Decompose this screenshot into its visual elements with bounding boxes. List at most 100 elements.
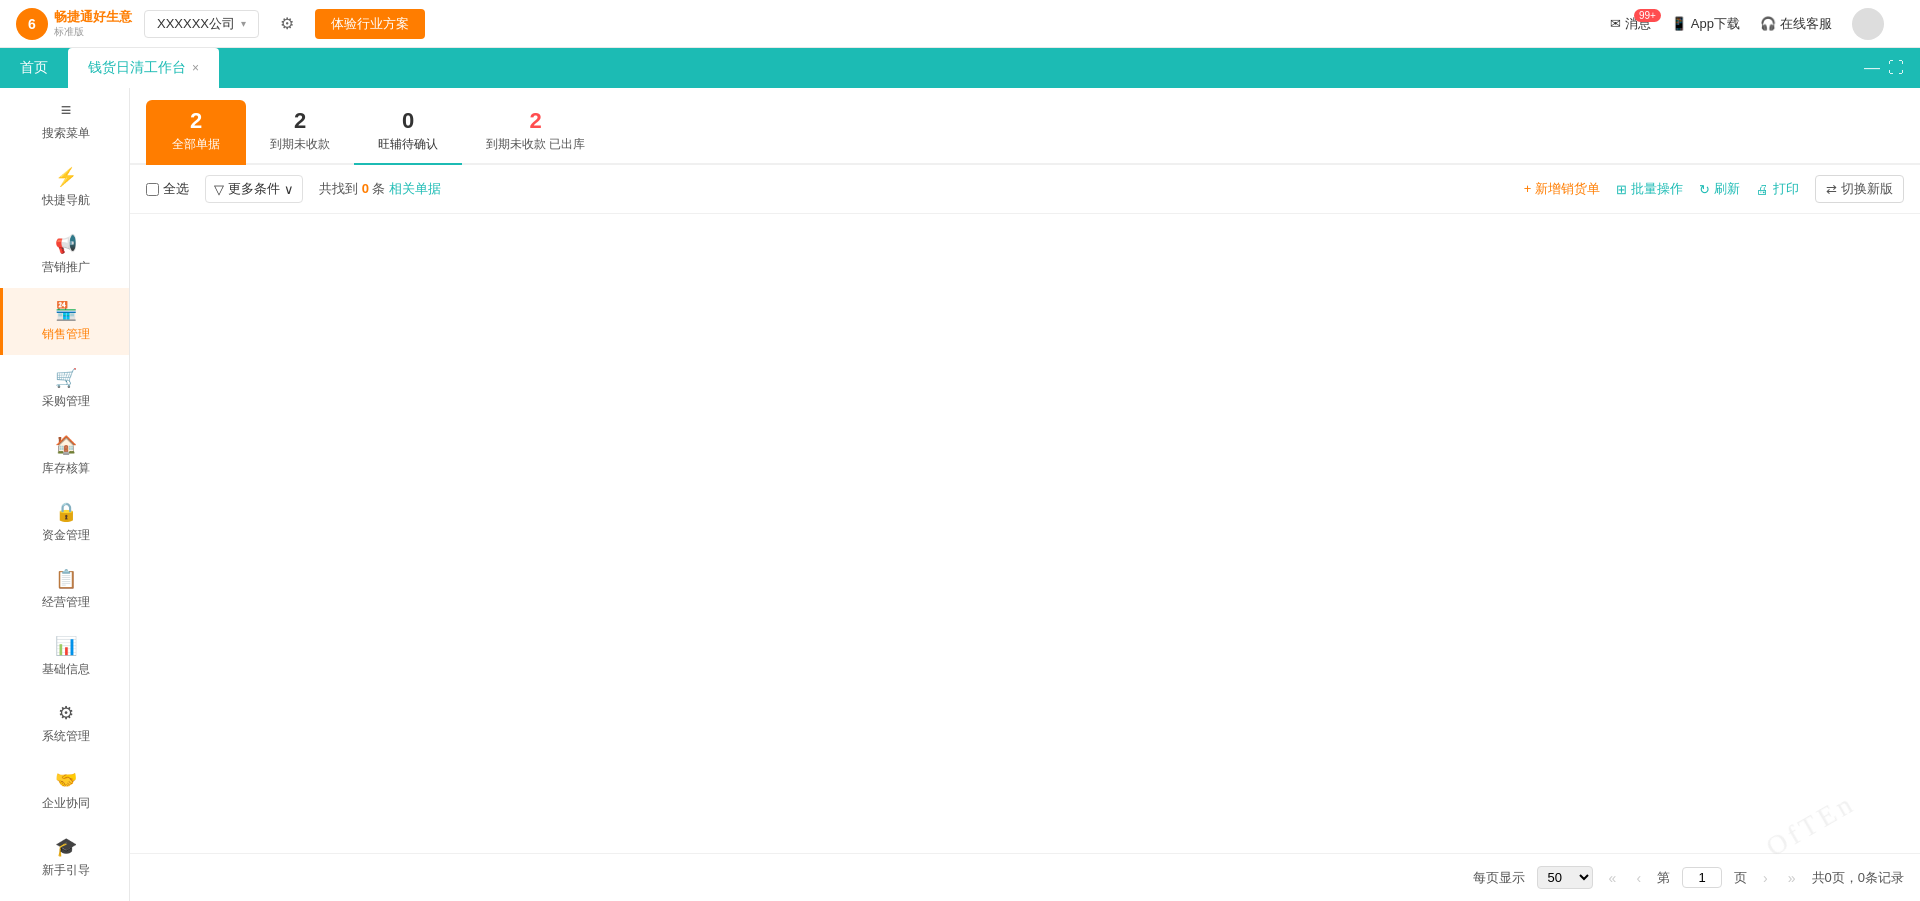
sidebar-label-marketing: 营销推广: [42, 259, 90, 276]
pagination: 每页显示 50 100 200 « ‹ 第 页 › » 共0页，0条记录: [130, 853, 1920, 901]
found-count: 0: [362, 181, 369, 196]
print-button[interactable]: 🖨 打印: [1756, 180, 1799, 198]
toolbar: 全选 ▽ 更多条件 ∨ 共找到 0 条 相关单据 + 新增销货单 ⊞: [130, 165, 1920, 214]
filter-button[interactable]: ▽ 更多条件 ∨: [205, 175, 303, 203]
logo-main: 畅捷通好生意: [54, 9, 132, 26]
sidebar-item-search-menu[interactable]: ≡ 搜索菜单: [0, 88, 129, 154]
basic-info-icon: 📊: [55, 635, 77, 657]
settings-icon-btn[interactable]: ⚙: [271, 8, 303, 40]
refresh-button[interactable]: ↻ 刷新: [1699, 180, 1740, 198]
top-bar-left: 6 畅捷通好生意 标准版 XXXXXX公司 ▾ ⚙ 体验行业方案: [16, 8, 425, 40]
marketing-icon: 📢: [55, 233, 77, 255]
sidebar-label-sales: 销售管理: [42, 326, 90, 343]
top-bar-right: ✉ 消息 99+ 📱 App下载 🎧 在线客服: [1610, 8, 1904, 40]
sidebar-item-newbie[interactable]: 🎓 新手引导: [0, 824, 129, 891]
prev-page-button[interactable]: ‹: [1632, 868, 1645, 888]
main-content: 2 全部单据 2 到期未收款 0 旺辅待确认 2 到期未收款 已出库 全选: [130, 88, 1920, 901]
refresh-icon: ↻: [1699, 182, 1710, 197]
card-tab-pending-count: 0: [402, 108, 414, 134]
sidebar-item-purchase[interactable]: 🛒 采购管理: [0, 355, 129, 422]
select-all-label: 全选: [163, 180, 189, 198]
sidebar-label-inventory: 库存核算: [42, 460, 90, 477]
sidebar-item-app-center[interactable]: 📦 应用中心: [0, 891, 129, 901]
page-size-label: 每页显示: [1473, 869, 1525, 887]
company-selector[interactable]: XXXXXX公司 ▾: [144, 10, 259, 38]
table-area: [130, 214, 1920, 853]
select-all-input[interactable]: [146, 183, 159, 196]
message-button[interactable]: ✉ 消息 99+: [1610, 15, 1651, 33]
sidebar-item-inventory[interactable]: 🏠 库存核算: [0, 422, 129, 489]
card-tab-overdue-out[interactable]: 2 到期未收款 已出库: [462, 100, 609, 165]
avatar[interactable]: [1852, 8, 1884, 40]
card-tab-all[interactable]: 2 全部单据: [146, 100, 246, 165]
switch-version-button[interactable]: ⇄ 切换新版: [1815, 175, 1904, 203]
sidebar-item-sales[interactable]: 🏪 销售管理: [0, 288, 129, 355]
card-tab-overdue-count: 2: [294, 108, 306, 134]
page-input[interactable]: [1682, 867, 1722, 888]
sidebar: ≡ 搜索菜单 ⚡ 快捷导航 📢 营销推广 🏪 销售管理 🛒 采购管理 🏠 库存核…: [0, 88, 130, 901]
sidebar-item-operation[interactable]: 📋 经营管理: [0, 556, 129, 623]
finance-icon: 🔒: [55, 501, 77, 523]
tab-bar-actions: — ⛶: [1864, 59, 1904, 77]
sidebar-label-basic-info: 基础信息: [42, 661, 90, 678]
tab-active[interactable]: 钱货日清工作台 ×: [68, 48, 219, 88]
filter-arrow-icon: ∨: [284, 182, 294, 197]
refresh-label: 刷新: [1714, 180, 1740, 198]
found-prefix: 共找到: [319, 181, 358, 196]
sidebar-item-sys-admin[interactable]: ⚙ 系统管理: [0, 690, 129, 757]
switch-label: 切换新版: [1841, 180, 1893, 198]
next-page-button[interactable]: ›: [1759, 868, 1772, 888]
card-tab-pending-label: 旺辅待确认: [378, 136, 438, 153]
sidebar-item-marketing[interactable]: 📢 营销推广: [0, 221, 129, 288]
page-size-select[interactable]: 50 100 200: [1537, 866, 1593, 889]
service-icon: 🎧: [1760, 16, 1776, 31]
minimize-icon[interactable]: —: [1864, 59, 1880, 77]
enterprise-icon: 🤝: [55, 769, 77, 791]
add-sales-order-button[interactable]: + 新增销货单: [1524, 180, 1600, 198]
card-tab-overdue[interactable]: 2 到期未收款: [246, 100, 354, 165]
tab-home[interactable]: 首页: [0, 48, 68, 88]
select-all-checkbox[interactable]: 全选: [146, 180, 189, 198]
top-bar: 6 畅捷通好生意 标准版 XXXXXX公司 ▾ ⚙ 体验行业方案 ✉ 消息 99…: [0, 0, 1920, 48]
tab-bar: 首页 钱货日清工作台 × — ⛶: [0, 48, 1920, 88]
app-icon: 📱: [1671, 16, 1687, 31]
message-icon: ✉: [1610, 16, 1621, 31]
page-suffix: 页: [1734, 869, 1747, 887]
card-tab-overdue-out-label: 到期未收款 已出库: [486, 136, 585, 153]
sidebar-label-enterprise: 企业协同: [42, 795, 90, 812]
card-tabs: 2 全部单据 2 到期未收款 0 旺辅待确认 2 到期未收款 已出库: [130, 88, 1920, 165]
tab-close-icon[interactable]: ×: [192, 61, 199, 75]
company-name: XXXXXX公司: [157, 15, 235, 33]
inventory-icon: 🏠: [55, 434, 77, 456]
card-tab-pending[interactable]: 0 旺辅待确认: [354, 100, 462, 165]
card-tab-overdue-label: 到期未收款: [270, 136, 330, 153]
related-records-link[interactable]: 相关单据: [389, 181, 441, 196]
experience-btn[interactable]: 体验行业方案: [315, 9, 425, 39]
sidebar-item-finance[interactable]: 🔒 资金管理: [0, 489, 129, 556]
filter-label: 更多条件: [228, 180, 280, 198]
quick-nav-icon: ⚡: [55, 166, 77, 188]
card-tab-all-count: 2: [190, 108, 202, 134]
batch-label: 批量操作: [1631, 180, 1683, 198]
sidebar-label-newbie: 新手引导: [42, 862, 90, 879]
sidebar-item-basic-info[interactable]: 📊 基础信息: [0, 623, 129, 690]
card-tab-all-label: 全部单据: [172, 136, 220, 153]
found-unit: 条: [372, 181, 385, 196]
sidebar-item-quick-nav[interactable]: ⚡ 快捷导航: [0, 154, 129, 221]
sidebar-item-enterprise[interactable]: 🤝 企业协同: [0, 757, 129, 824]
message-badge: 99+: [1634, 9, 1661, 22]
service-label: 在线客服: [1780, 15, 1832, 33]
first-page-button[interactable]: «: [1605, 868, 1621, 888]
batch-operation-button[interactable]: ⊞ 批量操作: [1616, 180, 1683, 198]
sidebar-label-operation: 经营管理: [42, 594, 90, 611]
found-text: 共找到 0 条 相关单据: [319, 180, 441, 198]
print-icon: 🖨: [1756, 182, 1769, 197]
app-download-button[interactable]: 📱 App下载: [1671, 15, 1740, 33]
logo-sub: 标准版: [54, 25, 132, 38]
operation-icon: 📋: [55, 568, 77, 590]
last-page-button[interactable]: »: [1784, 868, 1800, 888]
online-service-button[interactable]: 🎧 在线客服: [1760, 15, 1832, 33]
page-label: 第: [1657, 869, 1670, 887]
logo-text: 畅捷通好生意 标准版: [54, 9, 132, 39]
maximize-icon[interactable]: ⛶: [1888, 59, 1904, 77]
